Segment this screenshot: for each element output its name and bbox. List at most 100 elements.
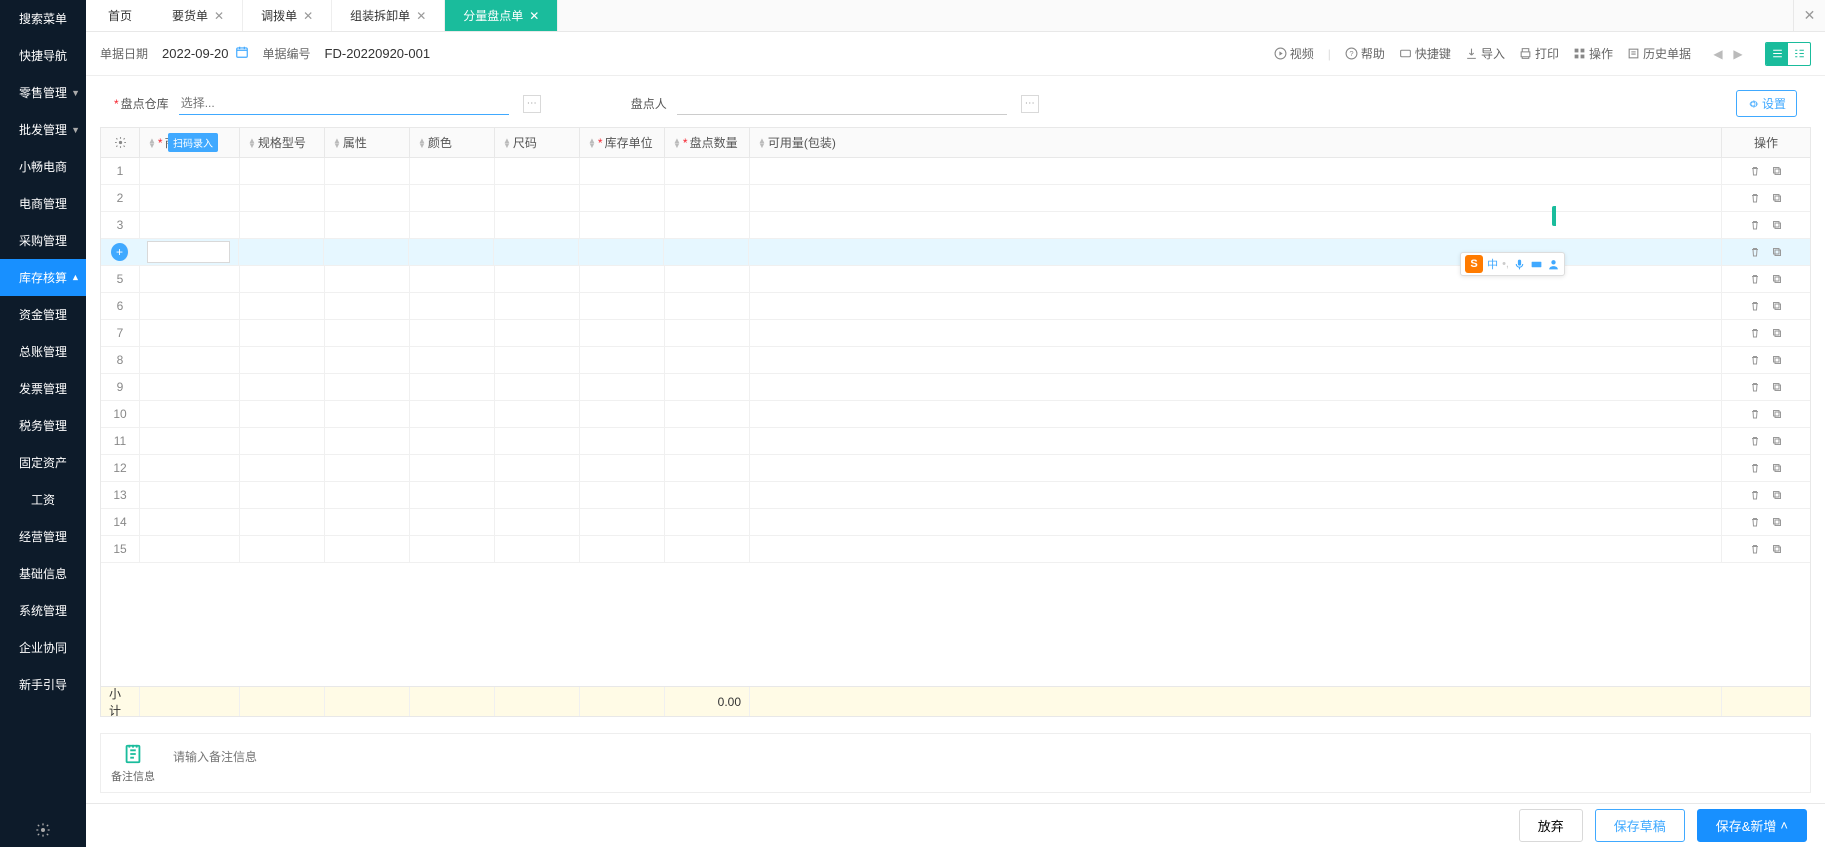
copy-icon[interactable] [1771, 543, 1783, 555]
table-row[interactable]: 1 [101, 158, 1810, 185]
th-size[interactable]: ▲▼尺码 [495, 128, 580, 157]
cell[interactable] [750, 266, 1722, 292]
trash-icon[interactable] [1749, 165, 1761, 177]
cell[interactable] [140, 293, 240, 319]
cell[interactable] [750, 482, 1722, 508]
cell[interactable] [140, 185, 240, 211]
cell[interactable] [140, 374, 240, 400]
copy-icon[interactable] [1771, 327, 1783, 339]
cell[interactable] [140, 482, 240, 508]
trash-icon[interactable] [1749, 273, 1761, 285]
sidebar-item[interactable]: 快捷导航 [0, 37, 86, 74]
cell[interactable] [580, 455, 665, 481]
cell[interactable] [240, 455, 325, 481]
cell[interactable] [140, 509, 240, 535]
cell[interactable] [495, 482, 580, 508]
cell[interactable] [410, 320, 495, 346]
sidebar-item[interactable]: 经营管理 [0, 518, 86, 555]
trash-icon[interactable] [1749, 219, 1761, 231]
save-draft-button[interactable]: 保存草稿 [1595, 809, 1685, 842]
ime-widget[interactable]: S 中 •, [1460, 252, 1565, 276]
cell[interactable] [580, 320, 665, 346]
discard-button[interactable]: 放弃 [1519, 809, 1583, 842]
cell[interactable] [325, 266, 410, 292]
th-product[interactable]: ▲▼*商品扫码录入 [140, 128, 240, 157]
cell[interactable] [495, 212, 580, 238]
cell[interactable] [495, 293, 580, 319]
warehouse-input[interactable] [179, 92, 509, 115]
shortcut-link[interactable]: 快捷键 [1399, 45, 1451, 62]
cell[interactable] [665, 455, 750, 481]
cell[interactable] [665, 212, 750, 238]
cell[interactable] [240, 212, 325, 238]
cell[interactable] [240, 293, 325, 319]
close-icon[interactable]: ✕ [214, 9, 224, 23]
cell[interactable] [580, 509, 665, 535]
th-spec[interactable]: ▲▼规格型号 [240, 128, 325, 157]
cell[interactable] [665, 536, 750, 562]
table-row[interactable]: 13 [101, 482, 1810, 509]
cell[interactable] [410, 266, 495, 292]
cell[interactable] [664, 239, 749, 265]
cell[interactable] [240, 482, 325, 508]
calendar-icon[interactable] [235, 45, 249, 62]
cell[interactable] [750, 347, 1722, 373]
cell[interactable] [495, 428, 580, 454]
copy-icon[interactable] [1771, 408, 1783, 420]
cell[interactable] [580, 212, 665, 238]
cell[interactable] [665, 374, 750, 400]
cell[interactable] [750, 212, 1722, 238]
cell[interactable] [240, 158, 325, 184]
copy-icon[interactable] [1771, 165, 1783, 177]
cell[interactable] [665, 185, 750, 211]
sidebar-item[interactable]: 企业协同 [0, 629, 86, 666]
save-new-button[interactable]: 保存&新增˄ [1697, 809, 1807, 842]
table-row[interactable]: 7 [101, 320, 1810, 347]
sidebar-item[interactable]: 新手引导 [0, 666, 86, 703]
cell[interactable] [325, 482, 410, 508]
cell[interactable] [750, 401, 1722, 427]
cell[interactable] [580, 185, 665, 211]
cell[interactable] [665, 266, 750, 292]
cell[interactable] [325, 320, 410, 346]
help-link[interactable]: ?帮助 [1345, 45, 1385, 62]
cell[interactable] [325, 293, 410, 319]
cell[interactable] [240, 320, 325, 346]
view-list[interactable] [1766, 43, 1788, 65]
cell[interactable] [410, 374, 495, 400]
keyboard-icon[interactable] [1530, 258, 1543, 271]
cell[interactable] [239, 239, 324, 265]
cell[interactable] [410, 293, 495, 319]
th-avail[interactable]: ▲▼可用量(包装) [750, 128, 1722, 157]
cell[interactable] [665, 158, 750, 184]
cell[interactable] [750, 185, 1722, 211]
cell[interactable] [240, 374, 325, 400]
table-row[interactable]: 8 [101, 347, 1810, 374]
close-icon[interactable]: ✕ [303, 9, 313, 23]
nav-next[interactable]: ▶ [1729, 43, 1747, 65]
warehouse-more-icon[interactable]: ⋯ [523, 95, 541, 113]
cell[interactable] [140, 158, 240, 184]
sidebar-item[interactable]: 系统管理 [0, 592, 86, 629]
cell[interactable] [665, 347, 750, 373]
th-gear[interactable] [101, 128, 140, 157]
cell[interactable] [495, 455, 580, 481]
view-grid[interactable] [1788, 43, 1810, 65]
cell[interactable] [410, 158, 495, 184]
tab[interactable]: 调拨单✕ [243, 0, 332, 31]
trash-icon[interactable] [1749, 327, 1761, 339]
cell[interactable] [240, 347, 325, 373]
copy-icon[interactable] [1771, 246, 1783, 258]
cell[interactable] [750, 428, 1722, 454]
cell[interactable] [140, 428, 240, 454]
cell[interactable] [750, 509, 1722, 535]
sidebar-item[interactable]: 库存核算▼ [0, 259, 86, 296]
cell[interactable] [325, 428, 410, 454]
sidebar-item[interactable]: 工资 [0, 481, 86, 518]
cell[interactable] [495, 374, 580, 400]
copy-icon[interactable] [1771, 489, 1783, 501]
cell[interactable] [665, 509, 750, 535]
cell[interactable] [140, 536, 240, 562]
cell[interactable] [495, 266, 580, 292]
sidebar-item[interactable]: 基础信息 [0, 555, 86, 592]
